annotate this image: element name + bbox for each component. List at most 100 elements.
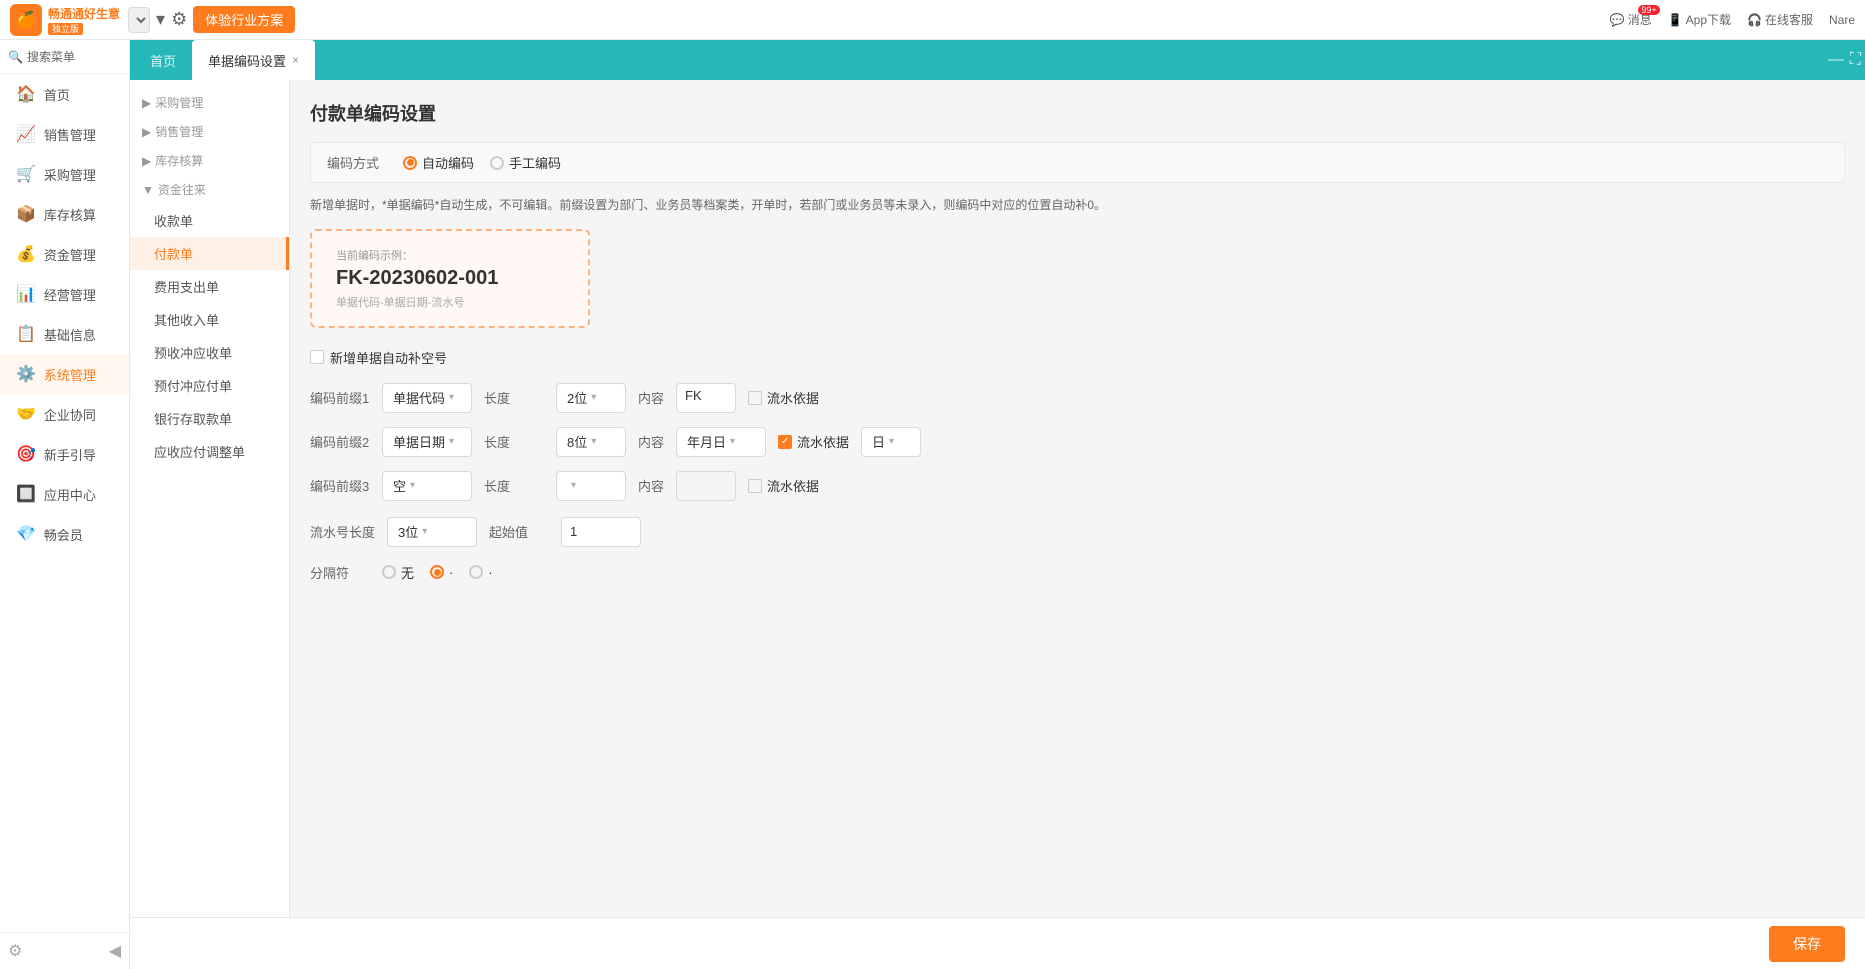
- page-content: ▶ 采购管理 ▶ 销售管理 ▶ 库存核算 ▼ 资金往来 收款单 付款单 费用支出…: [130, 80, 1865, 917]
- lm-item-other-income[interactable]: 其他收入单: [130, 303, 289, 336]
- chevron-down-icon: ▼: [142, 183, 154, 197]
- tab-encode-settings[interactable]: 单据编码设置 ×: [192, 40, 315, 80]
- sidebar-item-system[interactable]: ⚙️ 系统管理: [0, 354, 129, 394]
- sidebar-item-inventory[interactable]: 📦 库存核算: [0, 194, 129, 234]
- appcenter-icon: 🔲: [16, 484, 36, 504]
- serial-length-select[interactable]: 3位 ▾: [387, 517, 477, 547]
- tab-home[interactable]: 首页: [134, 40, 192, 80]
- chevron-down-icon-content2: ▾: [730, 436, 735, 447]
- tab-close-btn[interactable]: ×: [292, 53, 299, 67]
- prefix1-select[interactable]: 单据代码 ▾: [382, 383, 472, 413]
- lm-item-bank[interactable]: 银行存取款单: [130, 402, 289, 435]
- auto-encode-option[interactable]: 自动编码: [403, 153, 474, 172]
- auto-fill-checkbox[interactable]: [310, 350, 324, 364]
- save-button[interactable]: 保存: [1769, 926, 1845, 962]
- lm-item-receipt[interactable]: 收款单: [130, 204, 289, 237]
- stream3-checkbox[interactable]: [748, 479, 762, 493]
- settings-btn[interactable]: ⚙: [171, 9, 187, 30]
- chevron-down-icon-stream2: ▾: [889, 436, 894, 447]
- stream3-label: 流水依据: [767, 476, 819, 495]
- expand-btn[interactable]: ▾: [156, 9, 165, 30]
- enterprise-icon: 🤝: [16, 404, 36, 424]
- stream2-label: 流水依据: [797, 432, 849, 451]
- sidebar-item-enterprise[interactable]: 🤝 企业协同: [0, 394, 129, 434]
- operation-icon: 📊: [16, 284, 36, 304]
- sidebar-item-purchase[interactable]: 🛒 采购管理: [0, 154, 129, 194]
- logo-icon: 🍊: [10, 4, 42, 36]
- separator-dot-radio[interactable]: [430, 565, 444, 579]
- top-bar-right: 💬 消息 99+ 📱 App下载 🎧 在线客服 Nare: [1610, 11, 1855, 28]
- chevron-down-icon-prefix2: ▾: [449, 436, 454, 447]
- lm-group-sales[interactable]: ▶ 销售管理: [130, 117, 289, 146]
- bottom-spacer: [310, 782, 1845, 834]
- company-select[interactable]: [128, 7, 150, 33]
- sidebar-search[interactable]: 🔍 搜索菜单: [0, 40, 129, 74]
- logo-text: 畅通通好生意 独立版: [48, 5, 120, 35]
- tab-maximize-btn[interactable]: ⛶: [1850, 51, 1861, 69]
- message-icon: 💬: [1610, 13, 1625, 27]
- sidebar-item-member[interactable]: 💎 畅会员: [0, 514, 129, 554]
- length2-label: 长度: [484, 432, 544, 451]
- sidebar-item-basic[interactable]: 📋 基础信息: [0, 314, 129, 354]
- collapse-btn[interactable]: ◀: [109, 941, 121, 961]
- auto-encode-radio[interactable]: [403, 156, 417, 170]
- lm-item-payment[interactable]: 付款单: [130, 237, 289, 270]
- prefix3-label: 编码前缀3: [310, 476, 370, 495]
- download-icon: 📱: [1668, 13, 1683, 27]
- sidebar-item-appcenter[interactable]: 🔲 应用中心: [0, 474, 129, 514]
- lm-group-finance[interactable]: ▼ 资金往来: [130, 175, 289, 204]
- sidebar-item-home[interactable]: 🏠 首页: [0, 74, 129, 114]
- sidebar-nav: 🏠 首页 📈 销售管理 🛒 采购管理 📦 库存核算 💰 资金管理 📊 经: [0, 74, 129, 932]
- online-service-btn[interactable]: 🎧 在线客服: [1747, 11, 1813, 28]
- separator-dot-option[interactable]: ·: [430, 565, 453, 580]
- stream1-checkbox[interactable]: [748, 391, 762, 405]
- length1-select[interactable]: 2位 ▾: [556, 383, 626, 413]
- prefix3-select[interactable]: 空 ▾: [382, 471, 472, 501]
- content2-label: 内容: [638, 432, 664, 451]
- separator-dot2-radio[interactable]: [469, 565, 483, 579]
- length1-label: 长度: [484, 388, 544, 407]
- sidebar-item-finance[interactable]: 💰 资金管理: [0, 234, 129, 274]
- stream2-day-select[interactable]: 日 ▾: [861, 427, 921, 457]
- content-area: 首页 单据编码设置 × — ⛶ ▶ 采购管理 ▶ 销售管理: [130, 40, 1865, 969]
- stream2-checkbox[interactable]: ✓: [778, 435, 792, 449]
- member-icon: 💎: [16, 524, 36, 544]
- length2-select[interactable]: 8位 ▾: [556, 427, 626, 457]
- content3-value: [676, 471, 736, 501]
- trial-btn[interactable]: 体验行业方案: [193, 6, 295, 33]
- main-panel: 付款单编码设置 编码方式 自动编码 手工编码: [290, 80, 1865, 917]
- lm-group-inventory[interactable]: ▶ 库存核算: [130, 146, 289, 175]
- separator-none-option[interactable]: 无: [382, 563, 414, 582]
- manual-encode-radio[interactable]: [490, 156, 504, 170]
- lm-item-adjust[interactable]: 应收应付调整单: [130, 435, 289, 468]
- manual-encode-option[interactable]: 手工编码: [490, 153, 561, 172]
- finance-icon: 💰: [16, 244, 36, 264]
- left-menu: ▶ 采购管理 ▶ 销售管理 ▶ 库存核算 ▼ 资金往来 收款单 付款单 费用支出…: [130, 80, 290, 917]
- sidebar-item-guide[interactable]: 🎯 新手引导: [0, 434, 129, 474]
- separator-dot2-option[interactable]: ·: [469, 565, 492, 580]
- lm-item-prepay-receivable[interactable]: 预收冲应收单: [130, 336, 289, 369]
- encode-method-label: 编码方式: [327, 153, 379, 172]
- system-icon: ⚙️: [16, 364, 36, 384]
- lm-item-prepay-payable[interactable]: 预付冲应付单: [130, 369, 289, 402]
- tab-minimize-btn[interactable]: —: [1828, 51, 1844, 69]
- lm-group-purchase[interactable]: ▶ 采购管理: [130, 88, 289, 117]
- sidebar-item-operation[interactable]: 📊 经营管理: [0, 274, 129, 314]
- app-download-btn[interactable]: 📱 App下载: [1668, 11, 1731, 28]
- content2-select[interactable]: 年月日 ▾: [676, 427, 766, 457]
- search-icon: 🔍: [8, 50, 23, 64]
- serial-row: 流水号长度 3位 ▾ 起始值: [310, 517, 1845, 547]
- user-info[interactable]: Nare: [1829, 13, 1855, 27]
- settings-footer-btn[interactable]: ⚙: [8, 941, 22, 961]
- form-row-3: 编码前缀3 空 ▾ 长度 ▾ 内容: [310, 471, 1845, 501]
- start-value-input[interactable]: [561, 517, 641, 547]
- message-btn[interactable]: 💬 消息 99+: [1610, 11, 1652, 28]
- separator-label: 分隔符: [310, 563, 370, 582]
- stream2-cb-group: ✓ 流水依据: [778, 432, 849, 451]
- prefix2-select[interactable]: 单据日期 ▾: [382, 427, 472, 457]
- separator-none-radio[interactable]: [382, 565, 396, 579]
- lm-item-expense[interactable]: 费用支出单: [130, 270, 289, 303]
- sidebar-item-sales[interactable]: 📈 销售管理: [0, 114, 129, 154]
- length3-select[interactable]: ▾: [556, 471, 626, 501]
- chevron-right-icon: ▶: [142, 96, 151, 110]
